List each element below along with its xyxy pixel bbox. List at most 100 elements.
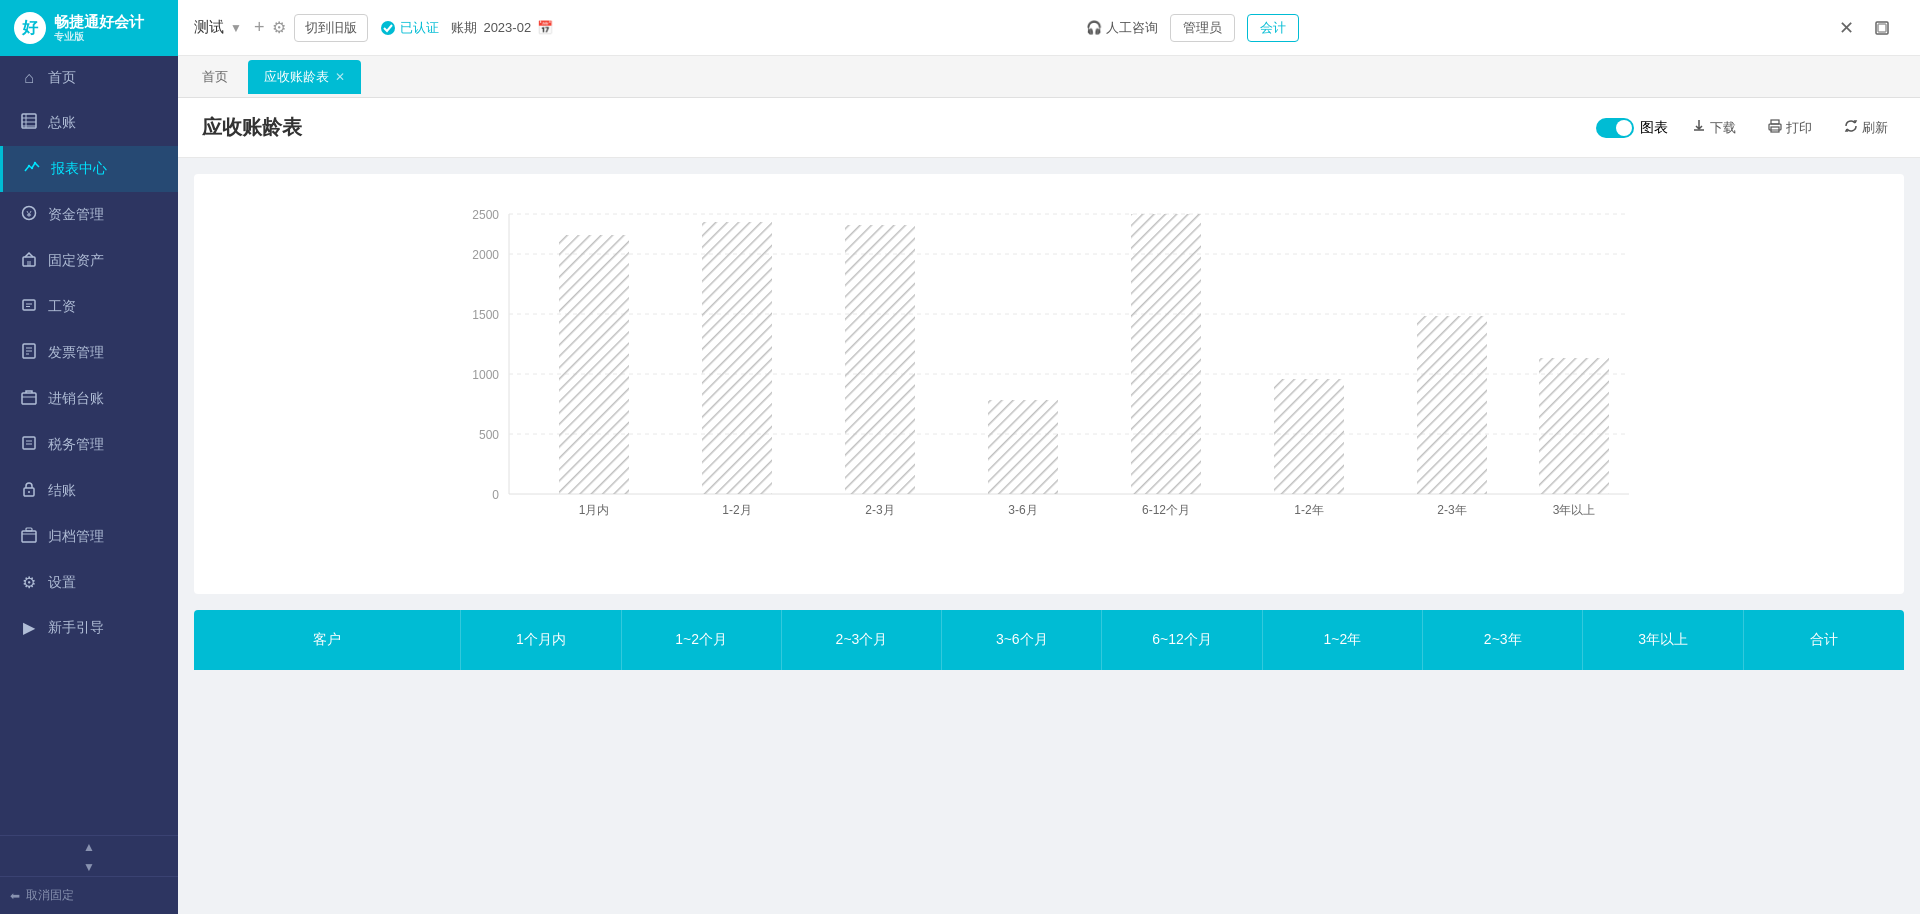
- refresh-button[interactable]: 刷新: [1836, 115, 1896, 141]
- archive-icon: [20, 527, 38, 547]
- bar-2-3年[interactable]: [1417, 316, 1487, 494]
- sidebar-label-home: 首页: [48, 69, 76, 87]
- admin-button[interactable]: 管理员: [1170, 14, 1235, 42]
- refresh-label: 刷新: [1862, 119, 1888, 137]
- close-window-button[interactable]: ✕: [1832, 14, 1860, 42]
- expand-window-button[interactable]: [1868, 14, 1896, 42]
- svg-text:2000: 2000: [472, 248, 499, 262]
- calendar-icon[interactable]: 📅: [537, 20, 553, 35]
- toggle-track[interactable]: [1596, 118, 1634, 138]
- download-label: 下载: [1710, 119, 1736, 137]
- sidebar-label-invoice: 发票管理: [48, 344, 104, 362]
- bar-1-2年[interactable]: [1274, 379, 1344, 494]
- chart-svg-wrapper: 0 500 1000 1500 2000 2500: [214, 194, 1884, 554]
- svg-text:3-6月: 3-6月: [1008, 503, 1037, 517]
- th-1-2month: 1~2个月: [622, 610, 782, 670]
- logo-icon: 好: [14, 12, 46, 44]
- assets-icon: [20, 251, 38, 271]
- invoice-icon: [20, 343, 38, 363]
- settings-gear-icon[interactable]: ⚙: [272, 18, 286, 37]
- svg-rect-21: [23, 437, 35, 449]
- sidebar-item-close[interactable]: 结账: [0, 468, 178, 514]
- sidebar-item-tax[interactable]: 税务管理: [0, 422, 178, 468]
- ledger-icon: [20, 113, 38, 133]
- th-2-3year-label: 2~3年: [1484, 631, 1522, 649]
- svg-text:6-12个月: 6-12个月: [1142, 503, 1190, 517]
- pin-icon: ⬅: [10, 889, 20, 903]
- company-selector[interactable]: 测试 ▼: [194, 18, 242, 37]
- svg-rect-28: [26, 528, 32, 531]
- sidebar-label-assets: 固定资产: [48, 252, 104, 270]
- certified-icon: [380, 20, 396, 36]
- chart-toggle[interactable]: 图表: [1596, 118, 1668, 138]
- table-header: 客户 1个月内 1~2个月 2~3个月 3~6个月 6~12个月: [194, 610, 1904, 670]
- sidebar-item-archive[interactable]: 归档管理: [0, 514, 178, 560]
- settings-icon: ⚙: [20, 573, 38, 592]
- bar-3-6月[interactable]: [988, 400, 1058, 494]
- th-3year-plus-label: 3年以上: [1638, 631, 1688, 649]
- svg-text:2500: 2500: [472, 208, 499, 222]
- th-1month: 1个月内: [461, 610, 621, 670]
- sidebar-label-guide: 新手引导: [48, 619, 104, 637]
- bar-6-12个月[interactable]: [1131, 214, 1201, 494]
- sidebar: 好 畅捷通好会计 专业版 ⌂ 首页 总账: [0, 0, 178, 914]
- svg-point-6: [31, 167, 33, 169]
- sidebar-item-funds[interactable]: ¥ 资金管理: [0, 192, 178, 238]
- th-1-2month-label: 1~2个月: [675, 631, 727, 649]
- bottom-spacer: [178, 670, 1920, 710]
- logo-text: 畅捷通好会计 专业版: [54, 13, 144, 43]
- th-6-12month-label: 6~12个月: [1152, 631, 1212, 649]
- switch-version-button[interactable]: 切到旧版: [294, 14, 368, 42]
- sidebar-item-ledger[interactable]: 总账: [0, 100, 178, 146]
- th-1-2year: 1~2年: [1263, 610, 1423, 670]
- th-6-12month: 6~12个月: [1102, 610, 1262, 670]
- certified-badge: 已认证: [380, 19, 439, 37]
- sidebar-item-invoice[interactable]: 发票管理: [0, 330, 178, 376]
- period-info: 账期 2023-02 📅: [451, 19, 553, 37]
- sidebar-item-assets[interactable]: 固定资产: [0, 238, 178, 284]
- th-total-label: 合计: [1810, 631, 1838, 649]
- th-1month-label: 1个月内: [516, 631, 566, 649]
- cancel-fixed-button[interactable]: ⬅ 取消固定: [0, 876, 178, 914]
- consult-button[interactable]: 🎧 人工咨询: [1086, 19, 1158, 37]
- sidebar-item-payroll[interactable]: 工资: [0, 284, 178, 330]
- tab-aging[interactable]: 应收账龄表 ✕: [248, 60, 361, 94]
- sidebar-label-reports: 报表中心: [51, 160, 107, 178]
- sidebar-label-funds: 资金管理: [48, 206, 104, 224]
- th-2-3year: 2~3年: [1423, 610, 1583, 670]
- print-button[interactable]: 打印: [1760, 115, 1820, 141]
- bar-1-2月[interactable]: [702, 222, 772, 494]
- sidebar-item-inventory[interactable]: 进销台账: [0, 376, 178, 422]
- download-button[interactable]: 下载: [1684, 115, 1744, 141]
- bar-3年以上[interactable]: [1539, 358, 1609, 494]
- add-icon[interactable]: +: [254, 17, 265, 38]
- svg-text:1000: 1000: [472, 368, 499, 382]
- svg-rect-12: [23, 300, 35, 310]
- main-area: 测试 ▼ + ⚙ 切到旧版 已认证 账期 2023-02 📅 🎧 人工咨询 管理…: [178, 0, 1920, 914]
- svg-rect-26: [22, 531, 36, 542]
- sidebar-item-settings[interactable]: ⚙ 设置: [0, 560, 178, 605]
- svg-point-5: [28, 165, 30, 167]
- topbar-actions: + ⚙ 切到旧版: [254, 14, 369, 42]
- tab-home[interactable]: 首页: [186, 60, 244, 94]
- inventory-icon: [20, 389, 38, 409]
- bar-2-3月[interactable]: [845, 225, 915, 494]
- tab-close-icon[interactable]: ✕: [335, 70, 345, 84]
- th-customer-label: 客户: [313, 631, 341, 649]
- sidebar-item-guide[interactable]: ▶ 新手引导: [0, 605, 178, 650]
- funds-icon: ¥: [20, 205, 38, 225]
- th-2-3month: 2~3个月: [782, 610, 942, 670]
- sidebar-nav: ⌂ 首页 总账: [0, 56, 178, 835]
- sidebar-item-home[interactable]: ⌂ 首页: [0, 56, 178, 100]
- print-icon: [1768, 119, 1782, 136]
- svg-text:0: 0: [492, 488, 499, 502]
- edition-label: 专业版: [54, 31, 144, 43]
- sidebar-label-ledger: 总账: [48, 114, 76, 132]
- th-3-6month-label: 3~6个月: [996, 631, 1048, 649]
- sidebar-item-reports[interactable]: 报表中心: [0, 146, 178, 192]
- accountant-button[interactable]: 会计: [1247, 14, 1299, 42]
- svg-rect-19: [22, 393, 36, 404]
- svg-text:1500: 1500: [472, 308, 499, 322]
- bar-1月内[interactable]: [559, 235, 629, 494]
- tab-aging-label: 应收账龄表: [264, 68, 329, 86]
